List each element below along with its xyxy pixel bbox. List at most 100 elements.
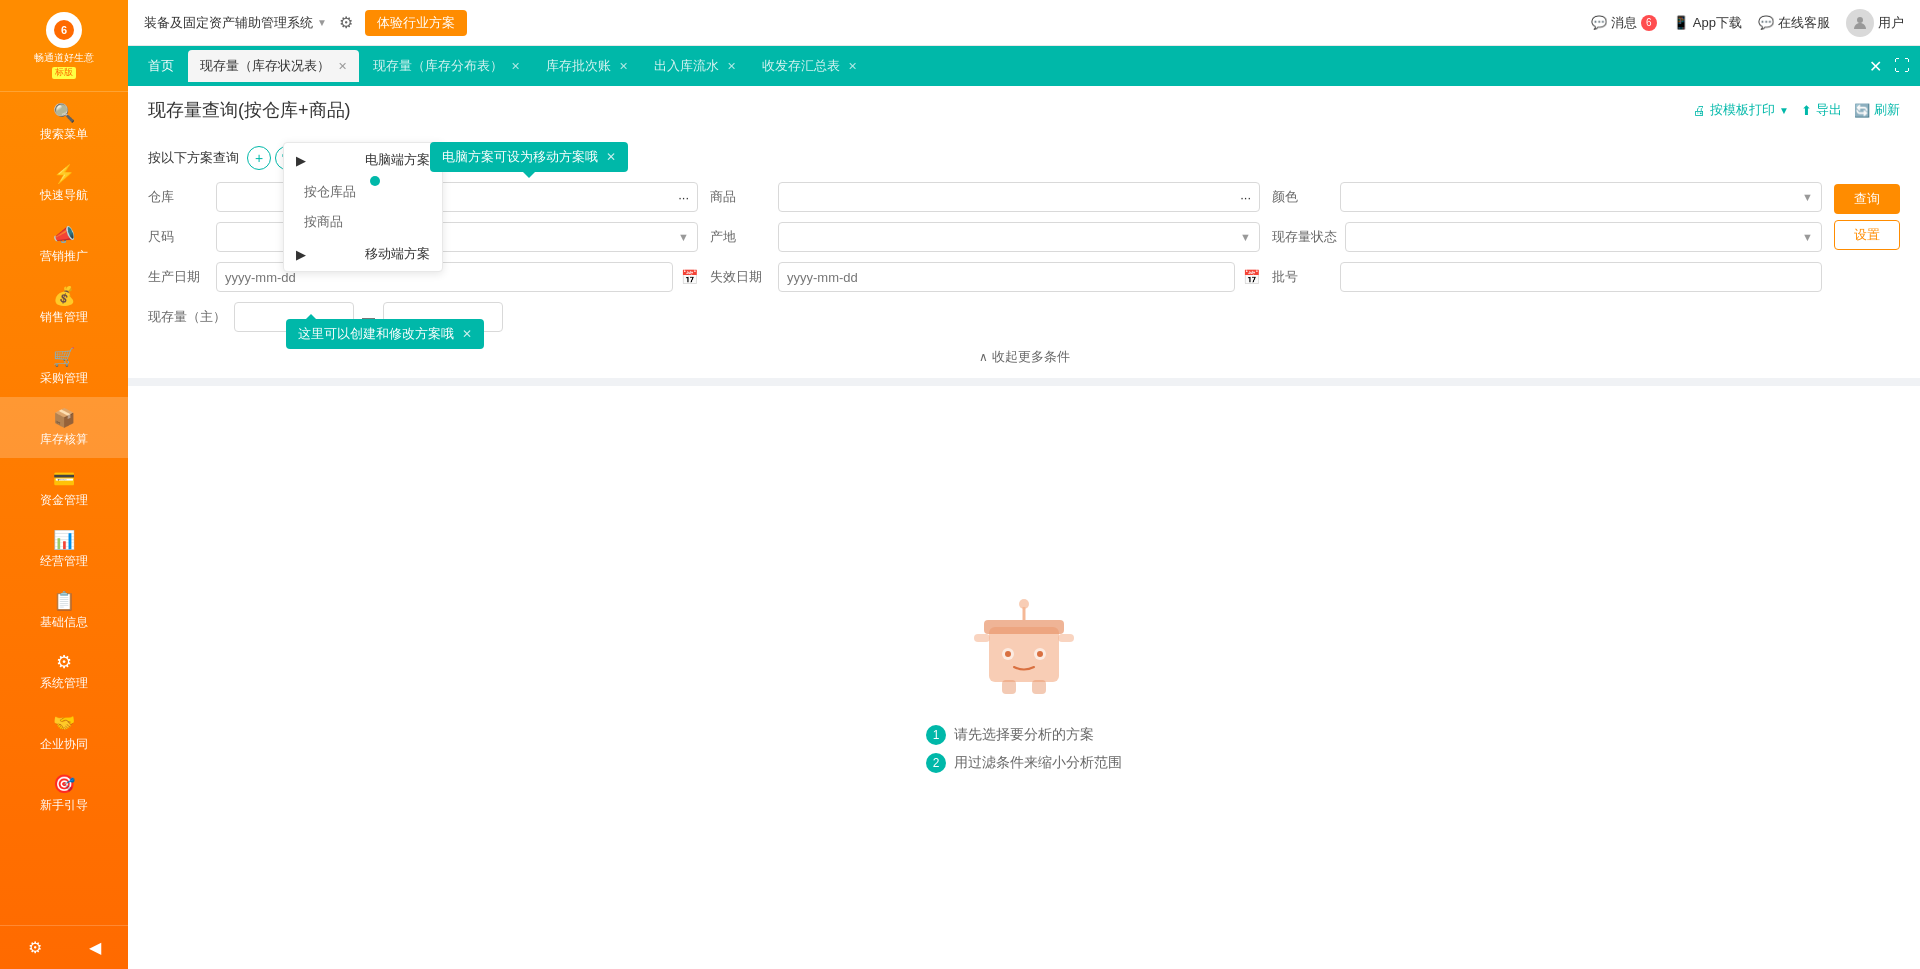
tab-close-all-btn[interactable]: ✕ — [1867, 55, 1884, 78]
tab-inventory-dist[interactable]: 现存量（库存分布表） ✕ — [361, 50, 532, 82]
tab-inout-flow-close[interactable]: ✕ — [727, 60, 736, 73]
guide-icon: 🎯 — [53, 773, 75, 795]
sidebar-item-inventory-label: 库存核算 — [40, 431, 88, 448]
app-download-btn[interactable]: 📱 App下载 — [1673, 14, 1742, 32]
industry-btn[interactable]: 体验行业方案 — [365, 10, 467, 36]
scheme-pc-group[interactable]: ▶ 电脑端方案 — [284, 143, 442, 177]
empty-illustration — [964, 582, 1084, 705]
online-support-btn[interactable]: 💬 在线客服 — [1758, 14, 1830, 32]
content-area: 现存量查询(按仓库+商品) 🖨 按模板打印 ▼ ⬆ 导出 🔄 刷新 — [128, 86, 1920, 969]
tab-bar: 首页 现存量（库存状况表） ✕ 现存量（库存分布表） ✕ 库存批次账 ✕ 出入库… — [128, 46, 1920, 86]
production-date-label: 生产日期 — [148, 268, 208, 286]
scheme-pc-group-arrow: ▶ — [296, 153, 306, 168]
page-title: 现存量查询(按仓库+商品) — [148, 98, 351, 122]
tooltip-2-close[interactable]: ✕ — [462, 327, 472, 341]
tab-batch-account[interactable]: 库存批次账 ✕ — [534, 50, 640, 82]
product-select[interactable]: ··· — [778, 182, 1260, 212]
sidebar-item-sales[interactable]: 💰 销售管理 — [0, 275, 128, 336]
mobile-icon: 📱 — [1673, 15, 1689, 30]
sidebar-item-finance[interactable]: 💳 资金管理 — [0, 458, 128, 519]
refresh-btn[interactable]: 🔄 刷新 — [1854, 101, 1900, 119]
size-label: 尺码 — [148, 228, 208, 246]
color-arrow: ▼ — [1802, 191, 1813, 203]
settings-bottom-icon[interactable]: ⚙ — [24, 934, 46, 961]
sidebar-item-guide[interactable]: 🎯 新手引导 — [0, 763, 128, 824]
sidebar-logo[interactable]: 6 畅通道好生意 标版 — [0, 0, 128, 92]
page-header-section: 现存量查询(按仓库+商品) 🖨 按模板打印 ▼ ⬆ 导出 🔄 刷新 — [128, 86, 1920, 134]
filter-product-field: 商品 ··· — [710, 182, 1260, 212]
app-download-label: App下载 — [1693, 14, 1742, 32]
user-menu-btn[interactable]: 用户 — [1846, 9, 1904, 37]
color-select[interactable]: ▼ — [1340, 182, 1822, 212]
batch-input[interactable] — [1340, 262, 1822, 292]
sidebar-item-purchase[interactable]: 🛒 采购管理 — [0, 336, 128, 397]
sidebar-item-system-label: 系统管理 — [40, 675, 88, 692]
support-icon: 💬 — [1758, 15, 1774, 30]
search-btn[interactable]: 查询 — [1834, 184, 1900, 214]
tab-inventory-status-close[interactable]: ✕ — [338, 60, 347, 73]
sidebar-item-enterprise[interactable]: 🤝 企业协同 — [0, 702, 128, 763]
tooltip-2-text: 这里可以创建和修改方案哦 — [298, 325, 454, 343]
tab-home-label: 首页 — [148, 57, 174, 75]
logo-icon: 6 — [46, 12, 82, 48]
step-2-text: 用过滤条件来缩小分析范围 — [954, 754, 1122, 772]
sidebar-nav: 🔍 搜索菜单 ⚡ 快速导航 📣 营销推广 💰 销售管理 🛒 采购管理 📦 库存核… — [0, 92, 128, 925]
svg-point-8 — [1037, 651, 1043, 657]
scheme-item-product[interactable]: 按商品 — [284, 207, 442, 237]
filter-origin-field: 产地 ▼ — [710, 222, 1260, 252]
tab-inout-flow[interactable]: 出入库流水 ✕ — [642, 50, 748, 82]
sidebar-item-quick-nav[interactable]: ⚡ 快速导航 — [0, 153, 128, 214]
sidebar-item-inventory[interactable]: 📦 库存核算 — [0, 397, 128, 458]
svg-text:6: 6 — [61, 24, 67, 36]
export-label: 导出 — [1816, 101, 1842, 119]
tab-inventory-status[interactable]: 现存量（库存状况表） ✕ — [188, 50, 359, 82]
system-name: 装备及固定资产辅助管理系统 — [144, 14, 313, 32]
purchase-icon: 🛒 — [53, 346, 75, 368]
page-title-row: 现存量查询(按仓库+商品) 🖨 按模板打印 ▼ ⬆ 导出 🔄 刷新 — [148, 98, 1900, 122]
scheme-indicator-dot — [370, 176, 380, 186]
notification-icon: 💬 — [1591, 15, 1607, 30]
inventory-icon: 📦 — [53, 407, 75, 429]
sidebar-item-marketing[interactable]: 📣 营销推广 — [0, 214, 128, 275]
collapse-btn[interactable]: ∧ 收起更多条件 — [979, 348, 1070, 366]
svg-rect-14 — [1032, 680, 1046, 694]
scheme-pc-group-label: 电脑端方案 — [365, 151, 430, 169]
tab-inventory-dist-close[interactable]: ✕ — [511, 60, 520, 73]
sidebar-item-search[interactable]: 🔍 搜索菜单 — [0, 92, 128, 153]
enterprise-icon: 🤝 — [53, 712, 75, 734]
header-settings-icon[interactable]: ⚙ — [339, 13, 353, 32]
tab-receive-summary-close[interactable]: ✕ — [848, 60, 857, 73]
tab-expand-btn[interactable]: ⛶ — [1892, 55, 1912, 77]
production-date-calendar-icon[interactable]: 📅 — [681, 269, 698, 285]
tooltip-1-close[interactable]: ✕ — [606, 150, 616, 164]
operations-icon: 📊 — [53, 529, 75, 551]
tab-receive-summary[interactable]: 收发存汇总表 ✕ — [750, 50, 869, 82]
notification-btn[interactable]: 💬 消息 6 — [1591, 14, 1657, 32]
sidebar-item-basic[interactable]: 📋 基础信息 — [0, 580, 128, 641]
export-btn[interactable]: ⬆ 导出 — [1801, 101, 1842, 119]
print-btn[interactable]: 🖨 按模板打印 ▼ — [1693, 101, 1789, 119]
sidebar-item-operations[interactable]: 📊 经营管理 — [0, 519, 128, 580]
tab-home[interactable]: 首页 — [136, 50, 186, 82]
system-selector[interactable]: 装备及固定资产辅助管理系统 ▼ — [144, 14, 327, 32]
header-left: 装备及固定资产辅助管理系统 ▼ ⚙ 体验行业方案 — [144, 10, 467, 36]
origin-select[interactable]: ▼ — [778, 222, 1260, 252]
refresh-label: 刷新 — [1874, 101, 1900, 119]
print-icon: 🖨 — [1693, 103, 1706, 118]
reset-btn[interactable]: 设置 — [1834, 220, 1900, 250]
scheme-tooltip-1: 电脑方案可设为移动方案哦 ✕ — [430, 142, 628, 172]
refresh-icon: 🔄 — [1854, 103, 1870, 118]
scheme-mobile-group[interactable]: ▶ 移动端方案 — [284, 237, 442, 271]
add-scheme-btn[interactable]: + — [247, 146, 271, 170]
inventory-status-select[interactable]: ▼ — [1345, 222, 1822, 252]
sidebar-item-system[interactable]: ⚙ 系统管理 — [0, 641, 128, 702]
svg-rect-3 — [989, 627, 1059, 682]
expiry-date-from[interactable] — [778, 262, 1235, 292]
expiry-date-calendar-icon[interactable]: 📅 — [1243, 269, 1260, 285]
collapse-sidebar-icon[interactable]: ◀ — [85, 934, 105, 961]
finance-icon: 💳 — [53, 468, 75, 490]
scheme-item-warehouse[interactable]: 按仓库品 — [284, 177, 442, 207]
tab-batch-account-close[interactable]: ✕ — [619, 60, 628, 73]
sidebar-item-marketing-label: 营销推广 — [40, 248, 88, 265]
support-label: 在线客服 — [1778, 14, 1830, 32]
